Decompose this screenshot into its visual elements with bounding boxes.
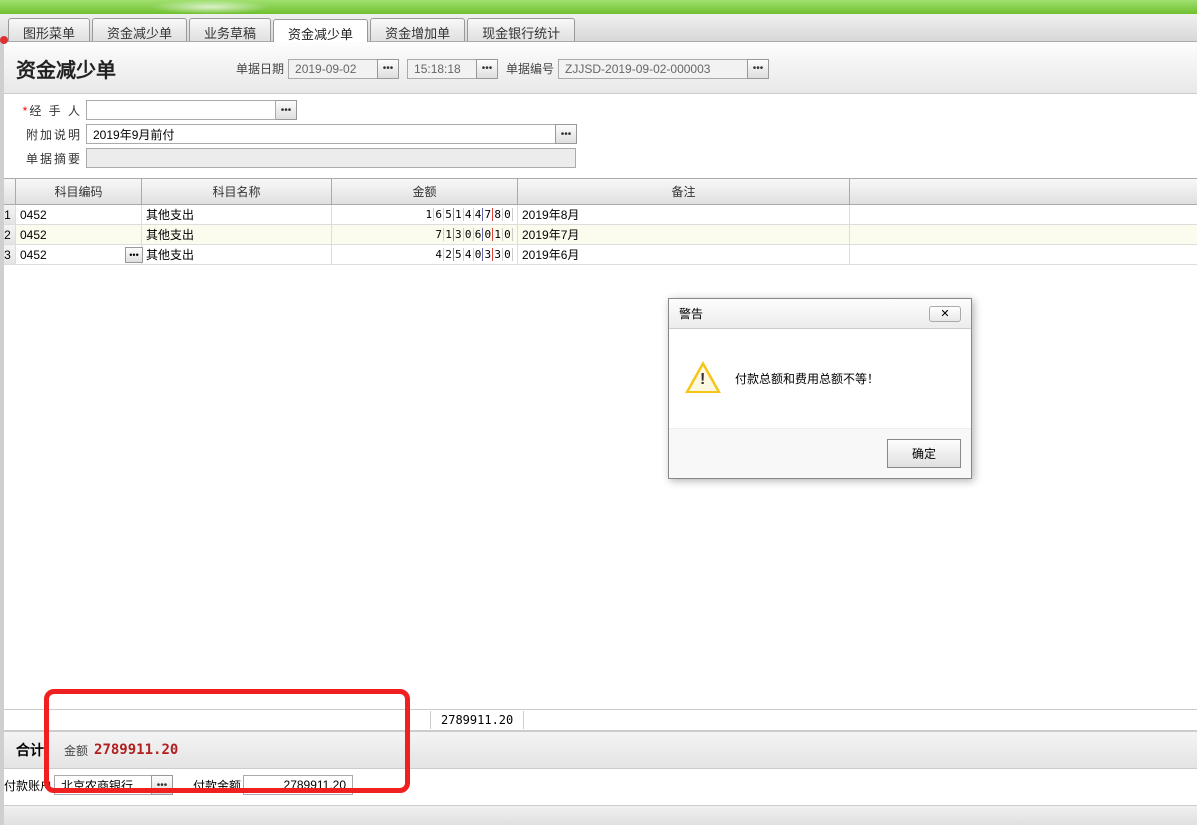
tab-fund-increase[interactable]: 资金增加单 (370, 18, 465, 41)
date-input[interactable]: 2019-09-02 (288, 59, 378, 79)
tab-fund-decrease-2[interactable]: 资金减少单 (273, 19, 368, 42)
total-amount-label: 金额 (64, 742, 88, 759)
total-label: 合计 (16, 740, 44, 760)
document-header: 资金减少单 单据日期 2019-09-02 ••• 15:18:18 ••• 单… (0, 42, 1197, 94)
cell-code[interactable]: 0452 (16, 205, 142, 224)
docno-lookup-button[interactable]: ••• (747, 59, 769, 79)
date-label: 单据日期 (236, 60, 284, 77)
page-title: 资金减少单 (16, 54, 116, 83)
grid-body: 10452其他支出1651447802019年8月20452其他支出713060… (0, 205, 1197, 265)
cell-code[interactable]: 0452••• (16, 245, 142, 264)
col-remark[interactable]: 备注 (518, 179, 850, 204)
window-chrome-top (0, 0, 1197, 14)
tab-business-draft[interactable]: 业务草稿 (189, 18, 271, 41)
pay-account-input[interactable]: 北京农商银行 (54, 775, 152, 795)
note-label: 附加说明 (16, 126, 86, 143)
tab-bar: 图形菜单 资金减少单 业务草稿 资金减少单 资金增加单 现金银行统计 (0, 14, 1197, 42)
tab-graphics-menu[interactable]: 图形菜单 (8, 18, 90, 41)
col-code[interactable]: 科目编码 (16, 179, 142, 204)
cell-amount[interactable]: 71306010 (332, 225, 518, 244)
dialog-body: ! 付款总额和费用总额不等！ (669, 329, 971, 429)
status-bar (0, 805, 1197, 825)
left-edge (0, 42, 4, 825)
dialog-footer: 确定 (669, 429, 971, 478)
handler-lookup-button[interactable]: ••• (275, 100, 297, 120)
docno-input[interactable]: ZJJSD-2019-09-02-000003 (558, 59, 748, 79)
cell-code[interactable]: 0452 (16, 225, 142, 244)
note-lookup-button[interactable]: ••• (555, 124, 577, 144)
grid-header: 科目编码 科目名称 金额 备注 (0, 178, 1197, 205)
cell-remark[interactable]: 2019年6月 (518, 245, 850, 264)
summary-input[interactable] (86, 148, 576, 168)
dialog-close-button[interactable]: ✕ (929, 306, 961, 322)
table-row[interactable]: 30452•••其他支出425403302019年6月 (0, 245, 1197, 265)
tab-cash-bank-stats[interactable]: 现金银行统计 (467, 18, 575, 41)
form-area: *经 手 人 ••• 附加说明 2019年9月前付 ••• 单据摘要 (0, 94, 1197, 178)
cell-amount[interactable]: 42540330 (332, 245, 518, 264)
time-input[interactable]: 15:18:18 (407, 59, 477, 79)
cell-name[interactable]: 其他支出 (142, 205, 332, 224)
dialog-message: 付款总额和费用总额不等！ (735, 370, 879, 387)
handler-input[interactable] (86, 100, 276, 120)
decorative-accent (150, 0, 270, 14)
cell-name[interactable]: 其他支出 (142, 225, 332, 244)
cell-remark[interactable]: 2019年8月 (518, 205, 850, 224)
row-lookup-button[interactable]: ••• (125, 247, 143, 263)
tab-fund-decrease-1[interactable]: 资金减少单 (92, 18, 187, 41)
warning-icon: ! (685, 361, 721, 397)
date-picker-button[interactable]: ••• (377, 59, 399, 79)
note-input[interactable]: 2019年9月前付 (86, 124, 556, 144)
dialog-title-text: 警告 (679, 305, 703, 322)
cell-name[interactable]: 其他支出 (142, 245, 332, 264)
docno-label: 单据编号 (506, 60, 554, 77)
table-row[interactable]: 10452其他支出1651447802019年8月 (0, 205, 1197, 225)
subtotal-bar: 2789911.20 (0, 709, 1197, 731)
grid: 科目编码 科目名称 金额 备注 10452其他支出1651447802019年8… (0, 178, 1197, 265)
summary-label: 单据摘要 (16, 150, 86, 167)
col-name[interactable]: 科目名称 (142, 179, 332, 204)
subtotal-value: 2789911.20 (430, 711, 524, 729)
time-picker-button[interactable]: ••• (476, 59, 498, 79)
cell-amount[interactable]: 165144780 (332, 205, 518, 224)
total-amount-value: 2789911.20 (94, 742, 178, 758)
dialog-titlebar[interactable]: 警告 ✕ (669, 299, 971, 329)
table-row[interactable]: 20452其他支出713060102019年7月 (0, 225, 1197, 245)
warning-dialog: 警告 ✕ ! 付款总额和费用总额不等！ 确定 (668, 298, 972, 479)
dialog-ok-button[interactable]: 确定 (887, 439, 961, 468)
cell-remark[interactable]: 2019年7月 (518, 225, 850, 244)
col-amount[interactable]: 金额 (332, 179, 518, 204)
pay-amount-label: 付款金额 (193, 777, 241, 794)
pay-amount-input[interactable]: 2789911.20 (243, 775, 353, 795)
total-bar: 合计 金额 2789911.20 (0, 731, 1197, 769)
footer-area: 2789911.20 合计 金额 2789911.20 付款账户 北京农商银行 … (0, 709, 1197, 801)
payment-row: 付款账户 北京农商银行 ••• 付款金额 2789911.20 (0, 769, 1197, 801)
pay-account-lookup-button[interactable]: ••• (151, 775, 173, 795)
pay-account-label: 付款账户 (4, 777, 52, 794)
handler-label: *经 手 人 (16, 102, 86, 119)
status-dot (0, 36, 8, 44)
